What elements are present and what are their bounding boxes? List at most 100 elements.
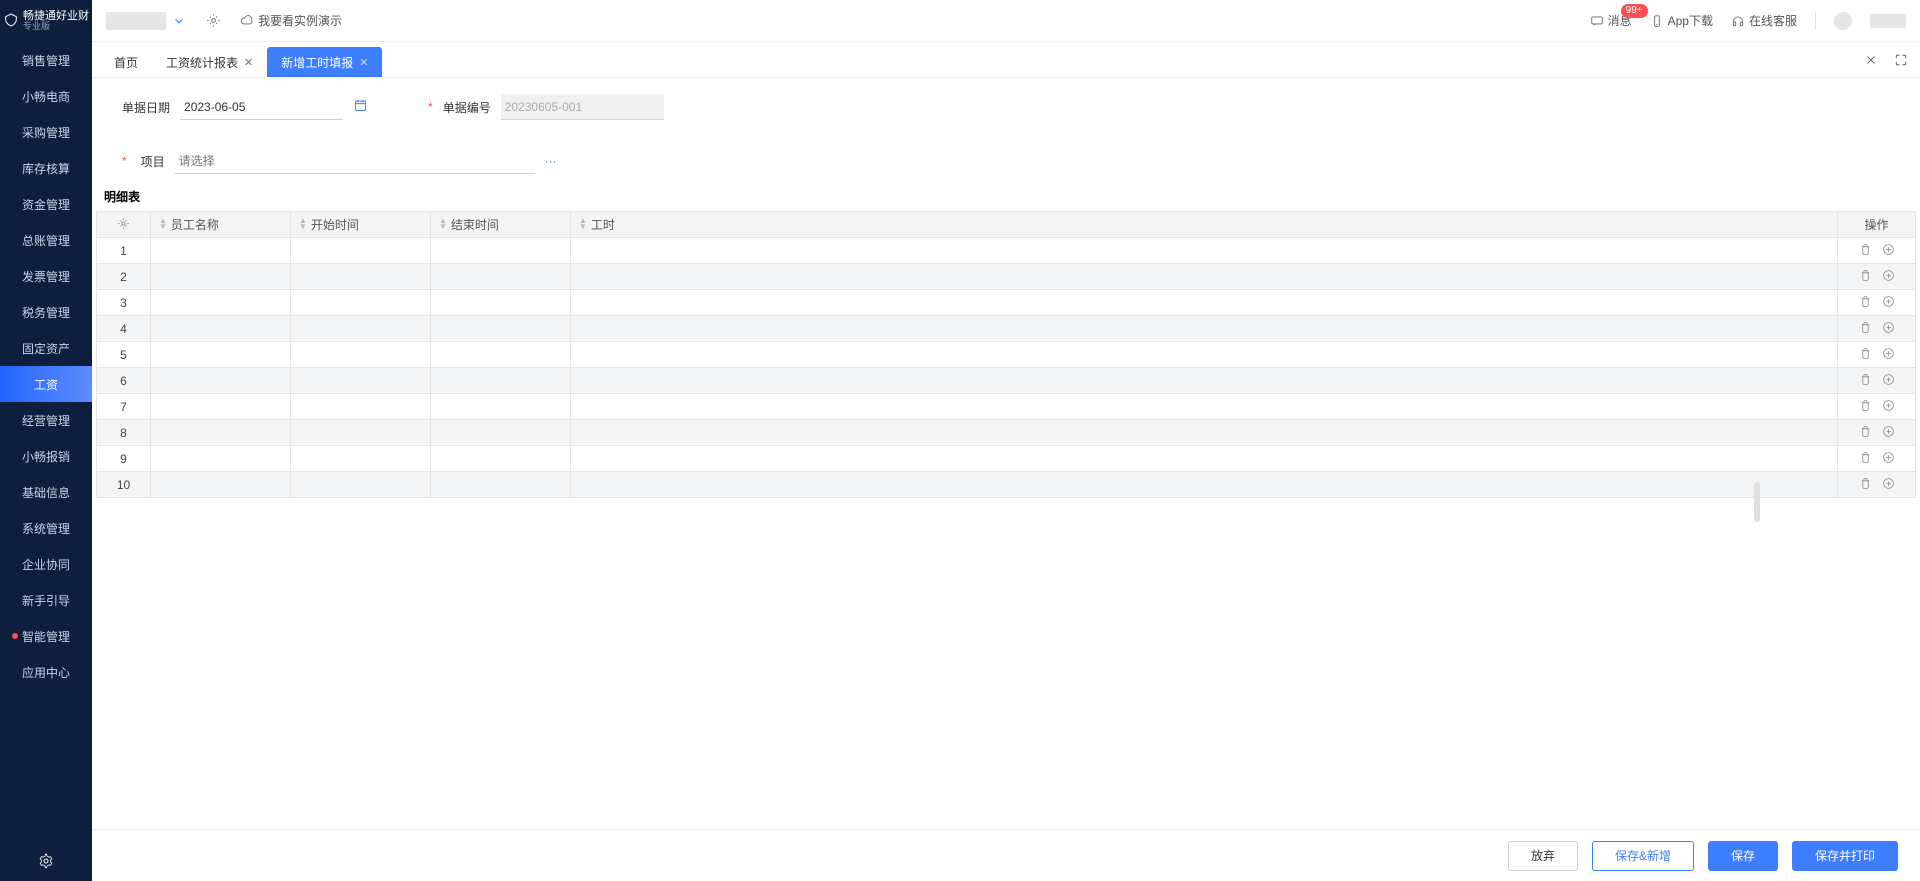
cell-emp[interactable] <box>151 420 291 446</box>
cell-end[interactable] <box>431 446 571 472</box>
sidebar-item-9[interactable]: 工资 <box>0 366 92 402</box>
table-row[interactable]: 4 <box>97 316 1916 342</box>
cell-end[interactable] <box>431 290 571 316</box>
avatar[interactable] <box>1834 12 1852 30</box>
sidebar-item-6[interactable]: 发票管理 <box>0 258 92 294</box>
delete-row-icon[interactable] <box>1859 243 1872 259</box>
cell-hours[interactable] <box>571 368 1838 394</box>
sort-icon[interactable]: ▲▼ <box>579 218 587 230</box>
cell-idx[interactable]: 1 <box>97 238 151 264</box>
table-row[interactable]: 3 <box>97 290 1916 316</box>
close-icon[interactable]: ✕ <box>244 56 253 69</box>
gear-icon[interactable] <box>117 217 130 230</box>
add-row-icon[interactable] <box>1882 399 1895 415</box>
cell-idx[interactable]: 2 <box>97 264 151 290</box>
expand-icon[interactable] <box>1890 49 1912 71</box>
cell-emp[interactable] <box>151 446 291 472</box>
table-row[interactable]: 9 <box>97 446 1916 472</box>
table-row[interactable]: 2 <box>97 264 1916 290</box>
cell-idx[interactable]: 3 <box>97 290 151 316</box>
cell-idx[interactable]: 7 <box>97 394 151 420</box>
add-row-icon[interactable] <box>1882 295 1895 311</box>
delete-row-icon[interactable] <box>1859 425 1872 441</box>
cell-start[interactable] <box>291 420 431 446</box>
project-select[interactable] <box>175 148 535 174</box>
add-row-icon[interactable] <box>1882 347 1895 363</box>
cell-emp[interactable] <box>151 368 291 394</box>
cell-start[interactable] <box>291 368 431 394</box>
add-row-icon[interactable] <box>1882 373 1895 389</box>
sidebar-item-4[interactable]: 资金管理 <box>0 186 92 222</box>
add-row-icon[interactable] <box>1882 269 1895 285</box>
sidebar-item-7[interactable]: 税务管理 <box>0 294 92 330</box>
save-print-button[interactable]: 保存并打印 <box>1792 841 1898 871</box>
message-button[interactable]: 消息 99+ <box>1590 12 1632 29</box>
cell-end[interactable] <box>431 394 571 420</box>
org-settings-icon[interactable] <box>202 10 224 32</box>
username[interactable] <box>1870 14 1906 28</box>
table-row[interactable]: 10 <box>97 472 1916 498</box>
add-row-icon[interactable] <box>1882 425 1895 441</box>
table-row[interactable]: 1 <box>97 238 1916 264</box>
cell-hours[interactable] <box>571 394 1838 420</box>
sidebar-item-2[interactable]: 采购管理 <box>0 114 92 150</box>
sidebar-item-14[interactable]: 企业协同 <box>0 546 92 582</box>
delete-row-icon[interactable] <box>1859 477 1872 493</box>
add-row-icon[interactable] <box>1882 321 1895 337</box>
delete-row-icon[interactable] <box>1859 451 1872 467</box>
demo-link[interactable]: 我要看实例演示 <box>240 12 342 29</box>
cell-emp[interactable] <box>151 472 291 498</box>
discard-button[interactable]: 放弃 <box>1508 841 1578 871</box>
cell-end[interactable] <box>431 264 571 290</box>
table-row[interactable]: 8 <box>97 420 1916 446</box>
table-row[interactable]: 6 <box>97 368 1916 394</box>
th-end[interactable]: ▲▼结束时间 <box>431 212 571 238</box>
tabs-close-all[interactable] <box>1860 49 1882 71</box>
delete-row-icon[interactable] <box>1859 347 1872 363</box>
tab-0[interactable]: 首页 <box>100 47 152 77</box>
sidebar-item-5[interactable]: 总账管理 <box>0 222 92 258</box>
cell-end[interactable] <box>431 368 571 394</box>
cell-start[interactable] <box>291 446 431 472</box>
cell-end[interactable] <box>431 342 571 368</box>
cell-end[interactable] <box>431 316 571 342</box>
sort-icon[interactable]: ▲▼ <box>439 218 447 230</box>
project-more[interactable]: ··· <box>545 154 557 168</box>
sidebar-item-0[interactable]: 销售管理 <box>0 42 92 78</box>
cell-emp[interactable] <box>151 238 291 264</box>
cell-hours[interactable] <box>571 264 1838 290</box>
cell-start[interactable] <box>291 342 431 368</box>
cell-start[interactable] <box>291 290 431 316</box>
cell-idx[interactable]: 8 <box>97 420 151 446</box>
cell-hours[interactable] <box>571 342 1838 368</box>
cell-emp[interactable] <box>151 316 291 342</box>
save-button[interactable]: 保存 <box>1708 841 1778 871</box>
delete-row-icon[interactable] <box>1859 321 1872 337</box>
cell-hours[interactable] <box>571 420 1838 446</box>
sidebar-item-16[interactable]: 智能管理 <box>0 618 92 654</box>
column-resize-handle[interactable] <box>1754 482 1760 522</box>
close-icon[interactable]: ✕ <box>359 56 368 69</box>
cell-hours[interactable] <box>571 290 1838 316</box>
app-download-button[interactable]: App下载 <box>1650 12 1713 29</box>
th-emp[interactable]: ▲▼员工名称 <box>151 212 291 238</box>
delete-row-icon[interactable] <box>1859 373 1872 389</box>
sidebar-item-1[interactable]: 小畅电商 <box>0 78 92 114</box>
tab-1[interactable]: 工资统计报表✕ <box>152 47 267 77</box>
cell-start[interactable] <box>291 472 431 498</box>
sidebar-item-3[interactable]: 库存核算 <box>0 150 92 186</box>
th-hours[interactable]: ▲▼工时 <box>571 212 1838 238</box>
delete-row-icon[interactable] <box>1859 269 1872 285</box>
tab-2[interactable]: 新增工时填报✕ <box>267 47 382 77</box>
cell-idx[interactable]: 6 <box>97 368 151 394</box>
cell-idx[interactable]: 10 <box>97 472 151 498</box>
cell-emp[interactable] <box>151 264 291 290</box>
sidebar-item-17[interactable]: 应用中心 <box>0 654 92 690</box>
sidebar-settings[interactable] <box>0 841 92 881</box>
sidebar-item-8[interactable]: 固定资产 <box>0 330 92 366</box>
delete-row-icon[interactable] <box>1859 295 1872 311</box>
cell-end[interactable] <box>431 420 571 446</box>
cell-hours[interactable] <box>571 238 1838 264</box>
cell-idx[interactable]: 5 <box>97 342 151 368</box>
cell-start[interactable] <box>291 264 431 290</box>
